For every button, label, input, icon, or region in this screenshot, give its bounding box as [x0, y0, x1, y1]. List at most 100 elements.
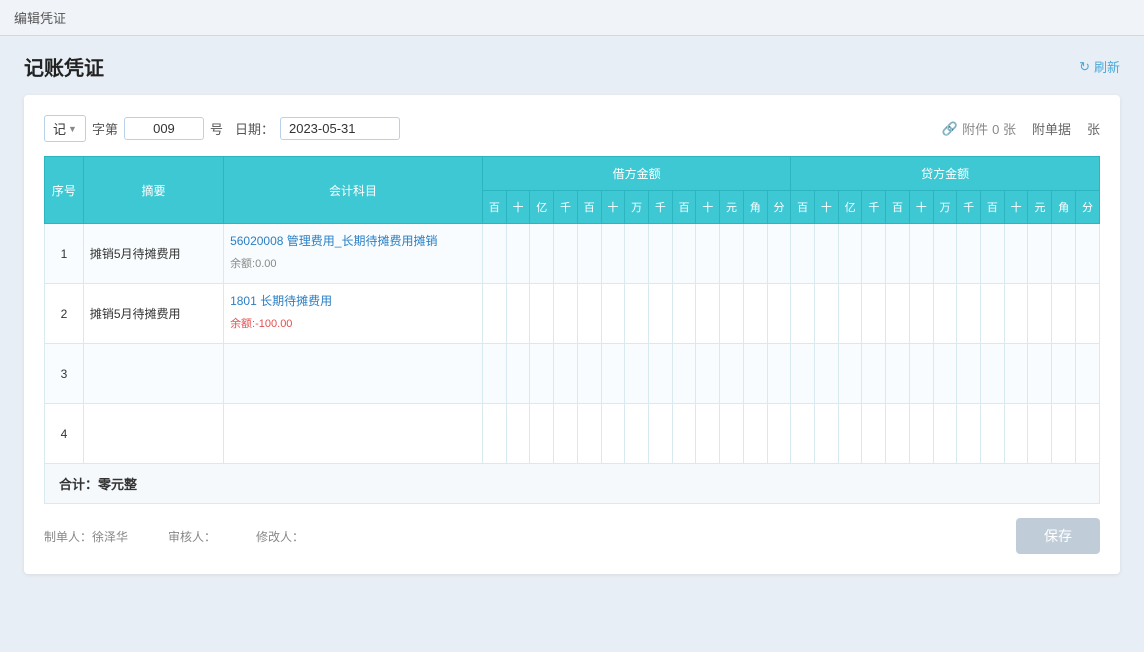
cell-debit-6[interactable]: [625, 344, 649, 404]
cell-credit-12[interactable]: [1075, 284, 1099, 344]
cell-summary[interactable]: 摊销5月待摊费用: [83, 284, 223, 344]
cell-credit-6[interactable]: [933, 224, 957, 284]
cell-credit-3[interactable]: [862, 284, 886, 344]
cell-credit-5[interactable]: [909, 224, 933, 284]
cell-debit-0[interactable]: [482, 224, 506, 284]
cell-debit-11[interactable]: [743, 224, 767, 284]
cell-debit-9[interactable]: [696, 404, 720, 464]
cell-account[interactable]: [224, 404, 483, 464]
cell-credit-10[interactable]: [1028, 404, 1052, 464]
cell-debit-6[interactable]: [625, 224, 649, 284]
cell-debit-3[interactable]: [554, 404, 578, 464]
cell-credit-2[interactable]: [838, 224, 862, 284]
cell-debit-2[interactable]: [530, 344, 554, 404]
cell-debit-7[interactable]: [648, 404, 672, 464]
cell-credit-1[interactable]: [815, 404, 839, 464]
cell-summary[interactable]: [83, 344, 223, 404]
cell-debit-12[interactable]: [767, 404, 791, 464]
cell-credit-3[interactable]: [862, 344, 886, 404]
cell-debit-10[interactable]: [720, 344, 744, 404]
cell-credit-8[interactable]: [981, 404, 1005, 464]
cell-credit-4[interactable]: [886, 284, 910, 344]
cell-debit-0[interactable]: [482, 344, 506, 404]
cell-credit-10[interactable]: [1028, 224, 1052, 284]
cell-debit-6[interactable]: [625, 284, 649, 344]
cell-credit-5[interactable]: [909, 344, 933, 404]
cell-credit-10[interactable]: [1028, 284, 1052, 344]
cell-credit-7[interactable]: [957, 224, 981, 284]
cell-credit-4[interactable]: [886, 404, 910, 464]
cell-debit-11[interactable]: [743, 284, 767, 344]
cell-credit-0[interactable]: [791, 404, 815, 464]
voucher-type-dropdown[interactable]: 记 ▼: [44, 115, 86, 142]
cell-credit-8[interactable]: [981, 344, 1005, 404]
cell-debit-7[interactable]: [648, 284, 672, 344]
voucher-number-input[interactable]: [124, 117, 204, 140]
cell-credit-11[interactable]: [1052, 344, 1076, 404]
attachment-link[interactable]: 🔗 附件 0 张: [942, 119, 1016, 138]
cell-credit-1[interactable]: [815, 224, 839, 284]
cell-credit-6[interactable]: [933, 404, 957, 464]
cell-summary[interactable]: [83, 404, 223, 464]
cell-credit-11[interactable]: [1052, 284, 1076, 344]
cell-debit-8[interactable]: [672, 344, 696, 404]
cell-credit-2[interactable]: [838, 344, 862, 404]
cell-debit-2[interactable]: [530, 404, 554, 464]
cell-debit-10[interactable]: [720, 224, 744, 284]
cell-credit-0[interactable]: [791, 224, 815, 284]
cell-credit-9[interactable]: [1004, 344, 1028, 404]
cell-debit-8[interactable]: [672, 284, 696, 344]
cell-debit-8[interactable]: [672, 224, 696, 284]
cell-debit-10[interactable]: [720, 404, 744, 464]
cell-debit-6[interactable]: [625, 404, 649, 464]
cell-credit-7[interactable]: [957, 344, 981, 404]
cell-credit-5[interactable]: [909, 284, 933, 344]
cell-credit-1[interactable]: [815, 284, 839, 344]
cell-account[interactable]: 56020008 管理费用_长期待摊费用摊销余额:0.00: [224, 224, 483, 284]
cell-credit-7[interactable]: [957, 404, 981, 464]
cell-debit-1[interactable]: [506, 224, 530, 284]
cell-debit-9[interactable]: [696, 284, 720, 344]
cell-debit-5[interactable]: [601, 284, 625, 344]
cell-debit-12[interactable]: [767, 344, 791, 404]
cell-credit-7[interactable]: [957, 284, 981, 344]
date-input[interactable]: [280, 117, 400, 140]
cell-credit-2[interactable]: [838, 404, 862, 464]
cell-debit-11[interactable]: [743, 404, 767, 464]
cell-debit-3[interactable]: [554, 284, 578, 344]
cell-debit-7[interactable]: [648, 344, 672, 404]
cell-debit-5[interactable]: [601, 344, 625, 404]
cell-credit-2[interactable]: [838, 284, 862, 344]
cell-credit-11[interactable]: [1052, 404, 1076, 464]
cell-credit-3[interactable]: [862, 404, 886, 464]
cell-debit-4[interactable]: [577, 224, 601, 284]
cell-credit-6[interactable]: [933, 344, 957, 404]
cell-credit-9[interactable]: [1004, 404, 1028, 464]
cell-credit-9[interactable]: [1004, 224, 1028, 284]
cell-debit-2[interactable]: [530, 224, 554, 284]
cell-debit-3[interactable]: [554, 344, 578, 404]
cell-debit-5[interactable]: [601, 404, 625, 464]
cell-debit-9[interactable]: [696, 344, 720, 404]
cell-debit-4[interactable]: [577, 404, 601, 464]
cell-credit-11[interactable]: [1052, 224, 1076, 284]
cell-summary[interactable]: 摊销5月待摊费用: [83, 224, 223, 284]
cell-debit-2[interactable]: [530, 284, 554, 344]
cell-debit-7[interactable]: [648, 224, 672, 284]
cell-credit-0[interactable]: [791, 284, 815, 344]
cell-debit-3[interactable]: [554, 224, 578, 284]
cell-debit-0[interactable]: [482, 404, 506, 464]
cell-debit-8[interactable]: [672, 404, 696, 464]
cell-credit-3[interactable]: [862, 224, 886, 284]
save-button[interactable]: 保存: [1016, 518, 1100, 554]
cell-account[interactable]: 1801 长期待摊费用余额:-100.00: [224, 284, 483, 344]
cell-account[interactable]: [224, 344, 483, 404]
cell-credit-5[interactable]: [909, 404, 933, 464]
cell-debit-1[interactable]: [506, 284, 530, 344]
cell-debit-11[interactable]: [743, 344, 767, 404]
cell-credit-12[interactable]: [1075, 404, 1099, 464]
cell-credit-8[interactable]: [981, 284, 1005, 344]
cell-debit-0[interactable]: [482, 284, 506, 344]
cell-credit-4[interactable]: [886, 224, 910, 284]
cell-credit-1[interactable]: [815, 344, 839, 404]
